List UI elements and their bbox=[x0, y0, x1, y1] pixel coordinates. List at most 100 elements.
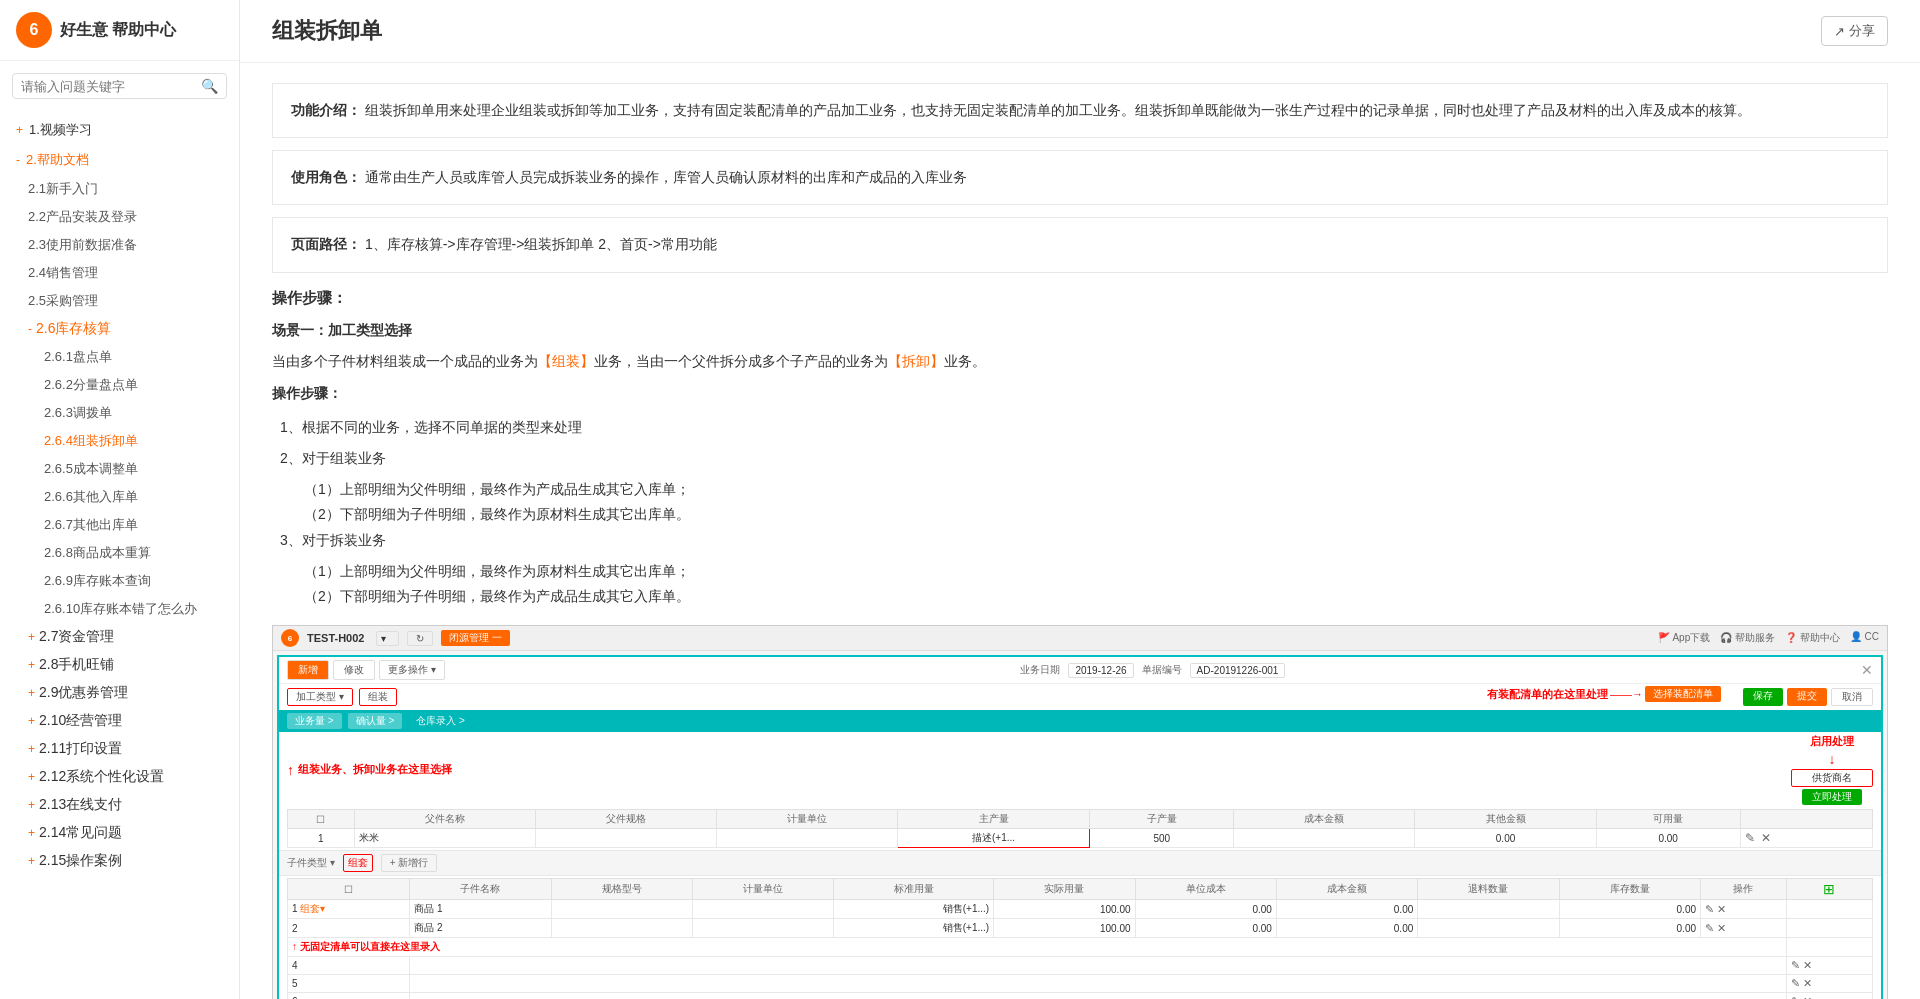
sidebar-item-264[interactable]: 2.6.4组装拆卸单 bbox=[44, 427, 239, 455]
step-2: 2、对于组装业务 bbox=[280, 446, 1888, 471]
lth-avail: 库存数量 bbox=[1559, 879, 1700, 900]
sidebar-item-261[interactable]: 2.6.1盘点单 bbox=[44, 343, 239, 371]
ltd-2-del[interactable]: ✕ bbox=[1717, 922, 1726, 934]
mock-submit-btn[interactable]: 提交 bbox=[1787, 688, 1827, 706]
highlight-disassemble: 【拆卸】 bbox=[888, 353, 944, 369]
mock-upper-table: ☐ 父件名称 父件规格 计量单位 主产量 子产量 成本金额 其他金额 可用量 bbox=[287, 809, 1873, 848]
mock-tab-edit[interactable]: 修改 bbox=[333, 660, 375, 680]
sidebar-item-269[interactable]: 2.6.9库存账本查询 bbox=[44, 567, 239, 595]
sidebar-item-cases[interactable]: + 2.15操作案例 bbox=[28, 847, 239, 875]
sidebar-sub-26: 2.6.1盘点单 2.6.2分量盘点单 2.6.3调拨单 2.6.4组装拆卸单 … bbox=[28, 343, 239, 623]
ltd-2-actual: 100.00 bbox=[994, 919, 1135, 938]
sidebar-item-mobile[interactable]: + 2.8手机旺铺 bbox=[28, 651, 239, 679]
ltd-5-edit[interactable]: ✎ bbox=[1791, 977, 1800, 989]
mock-tab-new[interactable]: 新增 bbox=[287, 660, 329, 680]
mock-icon-flag: 🚩 App下载 bbox=[1658, 631, 1710, 645]
sidebar-item-inventory[interactable]: - 2.6库存核算 bbox=[28, 315, 239, 343]
ltd-5-del[interactable]: ✕ bbox=[1803, 977, 1812, 989]
ltd-2-extra bbox=[1786, 919, 1872, 938]
sidebar-item-video-learning[interactable]: + 1.视频学习 bbox=[0, 115, 239, 145]
sidebar-item-263[interactable]: 2.6.3调拨单 bbox=[44, 399, 239, 427]
mock-btn-more[interactable]: 更多操作 ▾ bbox=[379, 660, 445, 680]
mock-app: 6 TEST-H002 ▾ ↻ 闭源管理 一 🚩 App下载 🎧 帮助服务 ❓ … bbox=[273, 626, 1887, 999]
path-text: 1、库存核算->库存管理->组装拆卸单 2、首页->常用功能 bbox=[365, 236, 717, 252]
td-1-sub-qty: 500 bbox=[1090, 829, 1234, 848]
lower-table-header-row: ☐ 子件名称 规格型号 计量单位 标准用量 实际用量 单位成本 成本金额 退料数 bbox=[288, 879, 1873, 900]
th-ops bbox=[1740, 810, 1872, 829]
ltd-2-op: ✎ ✕ bbox=[1701, 919, 1787, 938]
ltd-1-del[interactable]: ✕ bbox=[1717, 903, 1726, 915]
ltd-2-edit[interactable]: ✎ bbox=[1705, 922, 1714, 934]
annotation4-group: ☐ 子件名称 规格型号 计量单位 标准用量 实际用量 单位成本 成本金额 退料数 bbox=[287, 878, 1873, 999]
mock-btn-choose-list[interactable]: 选择装配清单 bbox=[1645, 686, 1721, 702]
lth-child-name: 子件名称 bbox=[410, 879, 551, 900]
ltd-6-edit[interactable]: ✎ bbox=[1791, 995, 1800, 999]
mock-close-icon[interactable]: ✕ bbox=[1861, 662, 1873, 678]
annotation1-group: 有装配清单的在这里处理 ——→ 选择装配清单 bbox=[1487, 686, 1721, 702]
mock-upper-table-area: ☐ 父件名称 父件规格 计量单位 主产量 子产量 成本金额 其他金额 可用量 bbox=[279, 807, 1881, 850]
sidebar-item-267[interactable]: 2.6.7其他出库单 bbox=[44, 511, 239, 539]
sidebar-item-faq[interactable]: + 2.14常见问题 bbox=[28, 819, 239, 847]
ltd-4-del[interactable]: ✕ bbox=[1803, 959, 1812, 971]
mock-docid-value: AD-20191226-001 bbox=[1190, 663, 1286, 678]
share-button[interactable]: ↗ 分享 bbox=[1821, 16, 1888, 46]
ltd-1-spec bbox=[551, 900, 692, 919]
ltd-6-del[interactable]: ✕ bbox=[1803, 995, 1812, 999]
mock-annotation-row1: 加工类型 ▾ 组装 有装配清单的在这里处理 ——→ 选择装配清单 保存 提交 bbox=[279, 684, 1881, 710]
sidebar-item-coupon[interactable]: + 2.9优惠券管理 bbox=[28, 679, 239, 707]
ltd-5-empty bbox=[410, 975, 1787, 993]
sidebar-item-finance[interactable]: + 2.7资金管理 bbox=[28, 623, 239, 651]
ltd-1-ucost: 0.00 bbox=[1135, 900, 1276, 919]
logo-icon: 6 bbox=[16, 12, 52, 48]
ltd-3-annot: ↑ 无固定清单可以直接在这里录入 bbox=[288, 938, 1787, 957]
sidebar-item-operations[interactable]: + 2.10经营管理 bbox=[28, 707, 239, 735]
td-1-del-icon[interactable]: ✕ bbox=[1761, 831, 1771, 845]
mock-dialog: 新增 修改 更多操作 ▾ 业务日期 2019-12-26 单据编号 AD-201… bbox=[277, 655, 1883, 999]
expand-table-icon[interactable]: ⊞ bbox=[1823, 881, 1835, 897]
mock-btn-ok[interactable]: 立即处理 bbox=[1802, 789, 1862, 805]
sidebar-item-install[interactable]: 2.2产品安装及登录 bbox=[28, 203, 239, 231]
sidebar-item-268[interactable]: 2.6.8商品成本重算 bbox=[44, 539, 239, 567]
sidebar-item-sales[interactable]: 2.4销售管理 bbox=[28, 259, 239, 287]
mock-lower-table: ☐ 子件名称 规格型号 计量单位 标准用量 实际用量 单位成本 成本金额 退料数 bbox=[287, 878, 1873, 999]
search-icon[interactable]: 🔍 bbox=[201, 78, 218, 94]
function-text: 组装拆卸单用来处理企业组装或拆卸等加工业务，支持有固定装配清单的产品加工业务，也… bbox=[365, 102, 1751, 118]
mock-save-btn[interactable]: 保存 bbox=[1743, 688, 1783, 706]
sidebar-item-266[interactable]: 2.6.6其他入库单 bbox=[44, 483, 239, 511]
sub-step-2-1: （1）上部明细为父件明细，最终作为产成品生成其它入库单； bbox=[304, 477, 1888, 502]
sidebar-item-265[interactable]: 2.6.5成本调整单 bbox=[44, 455, 239, 483]
scene1-title: 场景一：加工类型选择 bbox=[272, 322, 1888, 340]
mock-refresh-btn: ↻ bbox=[407, 631, 433, 646]
sidebar-item-beginner[interactable]: 2.1新手入门 bbox=[28, 175, 239, 203]
expand-icon: + bbox=[16, 123, 23, 137]
sidebar-item-purchase[interactable]: 2.5采购管理 bbox=[28, 287, 239, 315]
ltd-2-cb: 2 bbox=[288, 919, 410, 938]
sidebar-item-print[interactable]: + 2.11打印设置 bbox=[28, 735, 239, 763]
expand-icon-payment: + bbox=[28, 798, 35, 812]
search-input[interactable] bbox=[21, 79, 201, 94]
mock-cancel-btn[interactable]: 取消 bbox=[1831, 688, 1873, 706]
lower-table-row-1: 1 组套▾ 商品 1 销售(+1...) 100.00 0.00 0.00 bbox=[288, 900, 1873, 919]
sidebar-header: 6 好生意 帮助中心 bbox=[0, 0, 239, 61]
mock-company-dropdown: ▾ bbox=[376, 631, 399, 646]
mock-form-fields: 业务日期 2019-12-26 单据编号 AD-20191226-001 bbox=[1020, 663, 1285, 678]
main-content: 组装拆卸单 ↗ 分享 功能介绍： 组装拆卸单用来处理企业组装或拆卸等加工业务，支… bbox=[240, 0, 1920, 999]
sidebar-item-data-prep[interactable]: 2.3使用前数据准备 bbox=[28, 231, 239, 259]
td-1-edit-icon[interactable]: ✎ bbox=[1745, 831, 1755, 845]
intro-block: 功能介绍： 组装拆卸单用来处理企业组装或拆卸等加工业务，支持有固定装配清单的产品… bbox=[272, 83, 1888, 138]
mock-lower-add-btn[interactable]: + 新增行 bbox=[381, 854, 438, 872]
ltd-1-edit[interactable]: ✎ bbox=[1705, 903, 1714, 915]
sidebar-item-262[interactable]: 2.6.2分量盘点单 bbox=[44, 371, 239, 399]
annotation1-text: 有装配清单的在这里处理 bbox=[1487, 687, 1608, 702]
ltd-1-extra bbox=[1786, 900, 1872, 919]
sidebar-item-2610[interactable]: 2.6.10库存账本错了怎么办 bbox=[44, 595, 239, 623]
ltd-4-edit[interactable]: ✎ bbox=[1791, 959, 1800, 971]
search-box[interactable]: 🔍 bbox=[12, 73, 227, 99]
sidebar-item-help-docs[interactable]: - 2.帮助文档 bbox=[0, 145, 239, 175]
mock-icon-help: ❓ 帮助中心 bbox=[1785, 631, 1840, 645]
scene1-desc: 当由多个子件材料组装成一个成品的业务为【组装】业务，当由一个父件拆分成多个子产品… bbox=[272, 348, 1888, 375]
sidebar-item-payment[interactable]: + 2.13在线支付 bbox=[28, 791, 239, 819]
expand-icon-faq: + bbox=[28, 826, 35, 840]
ltd-2-back bbox=[1418, 919, 1559, 938]
sidebar-item-personalize[interactable]: + 2.12系统个性化设置 bbox=[28, 763, 239, 791]
